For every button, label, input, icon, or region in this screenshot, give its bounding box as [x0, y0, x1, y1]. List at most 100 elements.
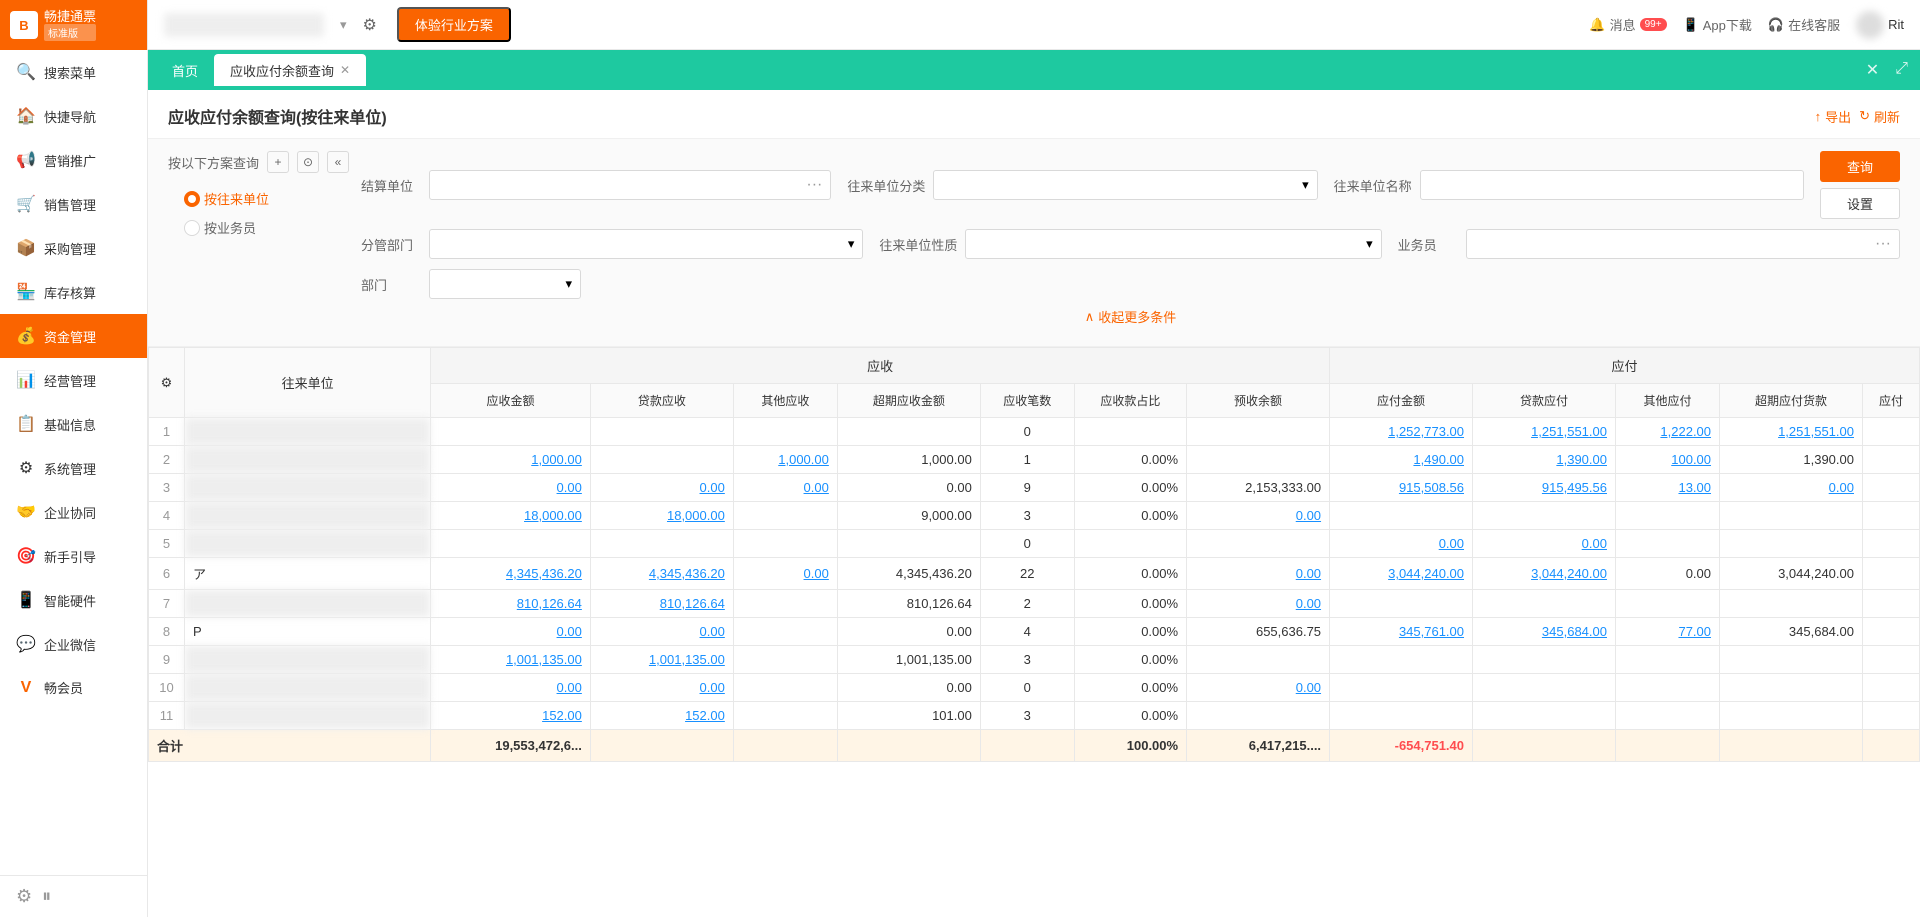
ap-other[interactable]: 13.00 [1615, 474, 1719, 502]
refresh-button[interactable]: ↻ 刷新 [1859, 107, 1900, 126]
ar-prepay[interactable]: 0.00 [1187, 674, 1330, 702]
ar-amount[interactable]: 152.00 [431, 702, 591, 730]
sidebar-item-basic[interactable]: 📋 基础信息 [0, 402, 147, 446]
setting-button[interactable]: 设置 [1820, 188, 1900, 219]
sidebar-item-wechat[interactable]: 💬 企业微信 [0, 622, 147, 666]
ap-amount[interactable]: 3,044,240.00 [1330, 558, 1473, 590]
sidebar-item-quick-nav[interactable]: 🏠 快捷导航 [0, 94, 147, 138]
ap-overdue[interactable]: 0.00 [1720, 474, 1863, 502]
settings-scheme-button[interactable]: ⊙ [297, 151, 319, 173]
sidebar-item-operation[interactable]: 📊 经营管理 [0, 358, 147, 402]
customer-service-button[interactable]: 🎧 在线客服 [1768, 15, 1840, 34]
sidebar-item-purchase[interactable]: 📦 采购管理 [0, 226, 147, 270]
sidebar-item-inventory[interactable]: 🏪 库存核算 [0, 270, 147, 314]
app-download-button[interactable]: 📱 App下载 [1683, 15, 1752, 34]
ar-loan [590, 446, 733, 474]
ap-overdue [1720, 590, 1863, 618]
settlement-unit-input[interactable]: ··· [429, 170, 831, 200]
dept-select[interactable]: ▾ [429, 269, 581, 299]
ap-loan[interactable]: 1,251,551.00 [1473, 418, 1616, 446]
collapse-filters-button[interactable]: ∧ 收起更多条件 [361, 299, 1900, 334]
ap-amount[interactable]: 345,761.00 [1330, 618, 1473, 646]
summary-ar-overdue [837, 730, 980, 762]
partner-category-select[interactable]: ▾ [933, 170, 1317, 200]
user-profile[interactable]: Rit [1856, 11, 1904, 39]
ar-amount[interactable]: 4,345,436.20 [431, 558, 591, 590]
sidebar-item-guide[interactable]: 🎯 新手引导 [0, 534, 147, 578]
ar-loan[interactable]: 0.00 [590, 474, 733, 502]
notifications-button[interactable]: 🔔 消息 99+ [1589, 15, 1666, 34]
ap-loan[interactable]: 915,495.56 [1473, 474, 1616, 502]
gear-icon[interactable]: ⚙ [363, 15, 377, 35]
sidebar-item-enterprise[interactable]: 🤝 企业协同 [0, 490, 147, 534]
ar-other[interactable]: 1,000.00 [733, 446, 837, 474]
sidebar-item-search[interactable]: 🔍 搜索菜单 [0, 50, 147, 94]
sidebar-item-finance[interactable]: 💰 资金管理 [0, 314, 147, 358]
collapse-scheme-button[interactable]: « [327, 151, 349, 173]
ar-amount[interactable]: 810,126.64 [431, 590, 591, 618]
export-button[interactable]: ↑ 导出 [1815, 107, 1852, 126]
ap-amount[interactable]: 0.00 [1330, 530, 1473, 558]
partner-nature-select[interactable]: ▾ [965, 229, 1381, 259]
ar-loan[interactable]: 1,001,135.00 [590, 646, 733, 674]
scheme-by-partner[interactable]: 按往来单位 [176, 185, 349, 212]
ap-loan[interactable]: 1,390.00 [1473, 446, 1616, 474]
ar-prepay[interactable]: 0.00 [1187, 502, 1330, 530]
ap-amount[interactable]: 1,490.00 [1330, 446, 1473, 474]
ap-other[interactable]: 1,222.00 [1615, 418, 1719, 446]
query-button[interactable]: 查询 [1820, 151, 1900, 182]
ar-other[interactable]: 0.00 [733, 558, 837, 590]
salesman-input[interactable]: ··· [1466, 229, 1900, 259]
ap-overdue[interactable]: 1,251,551.00 [1720, 418, 1863, 446]
add-scheme-button[interactable]: + [267, 151, 289, 173]
department-select[interactable]: ▾ [429, 229, 863, 259]
ar-loan[interactable]: 18,000.00 [590, 502, 733, 530]
tab-close-all-icon[interactable]: ✕ [1862, 56, 1883, 84]
salesman-dots[interactable]: ··· [1875, 235, 1891, 253]
ar-loan[interactable]: 0.00 [590, 618, 733, 646]
ar-count: 3 [980, 502, 1074, 530]
table-settings-icon[interactable]: ⚙ [149, 348, 185, 418]
ar-amount[interactable]: 0.00 [431, 618, 591, 646]
ar-loan[interactable]: 4,345,436.20 [590, 558, 733, 590]
ar-amount[interactable]: 1,000.00 [431, 446, 591, 474]
ar-loan[interactable]: 0.00 [590, 674, 733, 702]
ar-prepay[interactable]: 0.00 [1187, 590, 1330, 618]
ar-loan[interactable]: 810,126.64 [590, 590, 733, 618]
tab-close-icon[interactable]: ✕ [340, 63, 350, 77]
ar-prepay[interactable]: 0.00 [1187, 558, 1330, 590]
scheme-by-staff[interactable]: 按业务员 [176, 214, 349, 241]
logo-text: 畅捷通票 [44, 9, 96, 25]
ap-amount[interactable]: 915,508.56 [1330, 474, 1473, 502]
sidebar-item-member[interactable]: V 畅会员 [0, 666, 147, 709]
filter-field-partner-name: 往来单位名称 [1334, 170, 1804, 200]
purchase-icon: 📦 [16, 238, 36, 258]
ar-amount[interactable]: 18,000.00 [431, 502, 591, 530]
ap-loan[interactable]: 345,684.00 [1473, 618, 1616, 646]
sidebar-item-system[interactable]: ⚙ 系统管理 [0, 446, 147, 490]
sidebar-item-marketing[interactable]: 📢 营销推广 [0, 138, 147, 182]
ap-other[interactable]: 77.00 [1615, 618, 1719, 646]
ap-extra [1862, 646, 1919, 674]
ap-loan[interactable]: 3,044,240.00 [1473, 558, 1616, 590]
promo-button[interactable]: 体验行业方案 [397, 7, 511, 42]
ar-other[interactable]: 0.00 [733, 474, 837, 502]
ar-amount[interactable]: 0.00 [431, 474, 591, 502]
collapse-icon[interactable]: ⏸ [42, 886, 51, 907]
ap-other[interactable]: 100.00 [1615, 446, 1719, 474]
tab-bar-right: ✕ ⤢ [1862, 56, 1912, 84]
partner-name-input[interactable] [1420, 170, 1804, 200]
tab-home[interactable]: 首页 [156, 54, 214, 86]
ar-amount[interactable]: 1,001,135.00 [431, 646, 591, 674]
ar-loan[interactable]: 152.00 [590, 702, 733, 730]
sidebar-item-hardware[interactable]: 📱 智能硬件 [0, 578, 147, 622]
settings-bottom-icon[interactable]: ⚙ [16, 886, 32, 907]
sidebar-item-sales[interactable]: 🛒 销售管理 [0, 182, 147, 226]
settlement-unit-dots[interactable]: ··· [806, 176, 822, 194]
tab-ar-ap[interactable]: 应收应付余额查询 ✕ [214, 54, 366, 86]
partner-name [185, 674, 431, 702]
ap-loan[interactable]: 0.00 [1473, 530, 1616, 558]
ar-amount[interactable]: 0.00 [431, 674, 591, 702]
tab-maximize-icon[interactable]: ⤢ [1891, 56, 1912, 84]
ap-amount[interactable]: 1,252,773.00 [1330, 418, 1473, 446]
